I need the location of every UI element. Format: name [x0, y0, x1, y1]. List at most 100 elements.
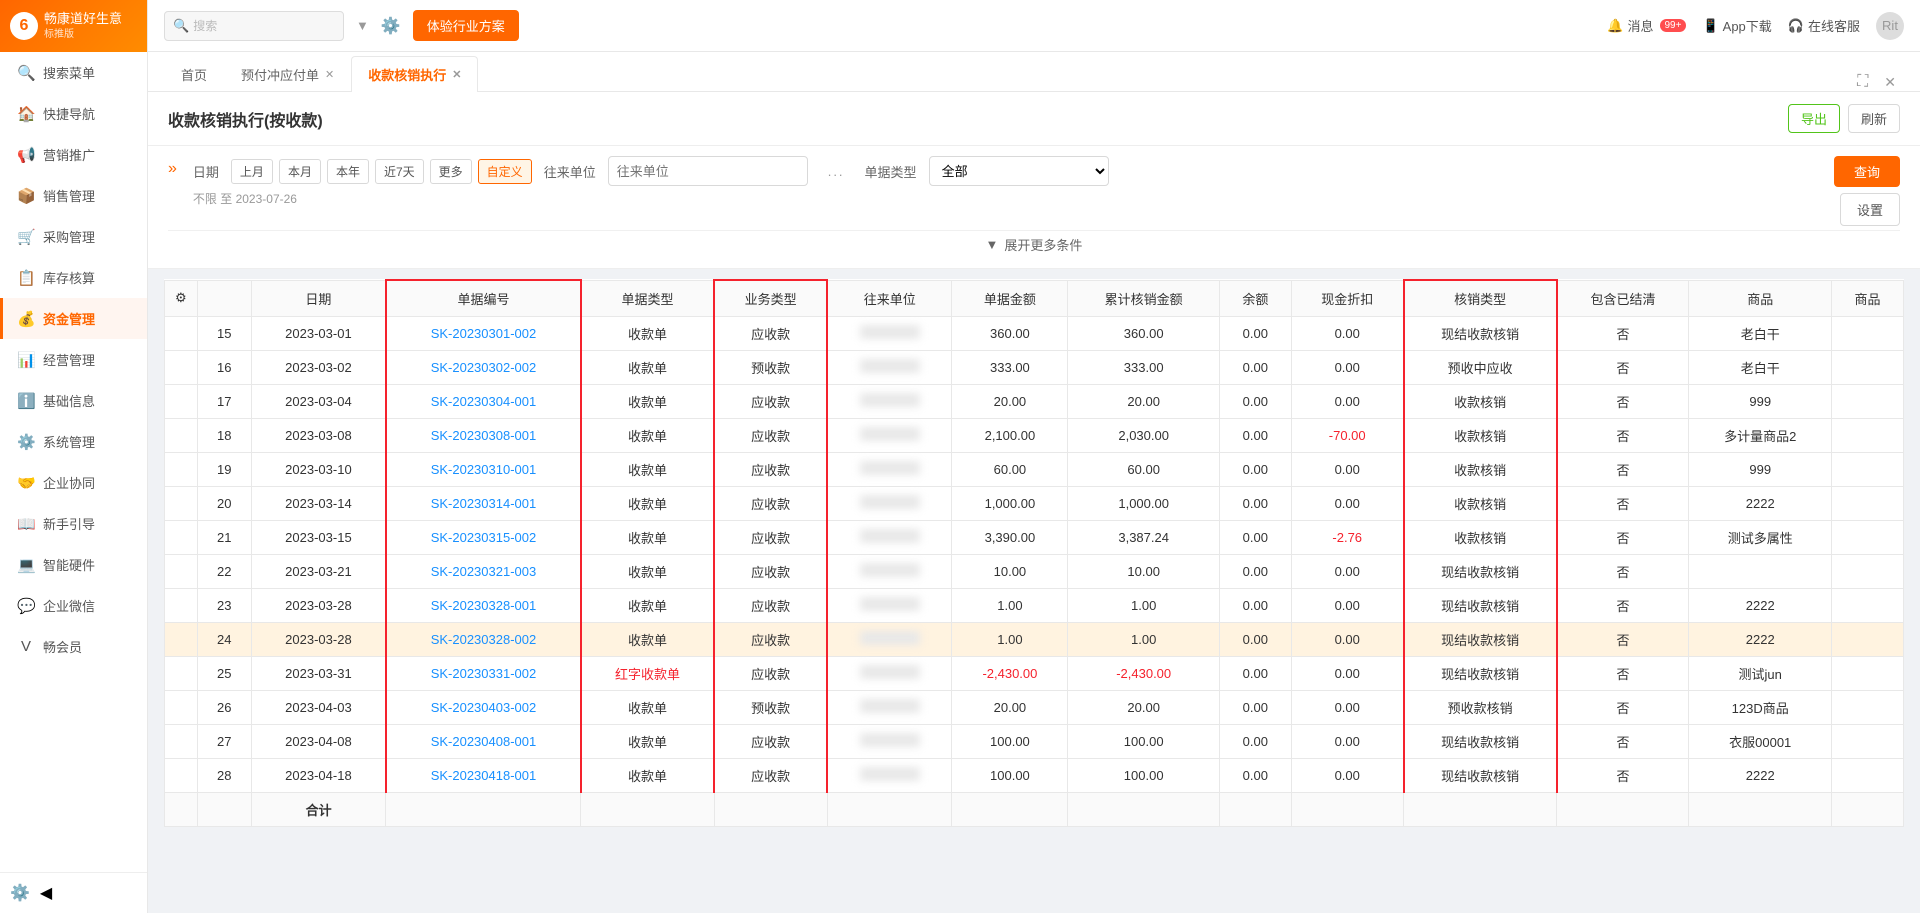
solution-btn[interactable]: 体验行业方案	[413, 10, 519, 41]
doc-no-link[interactable]: SK-20230310-001	[431, 462, 537, 477]
main-area: 🔍 搜索 ▼ ⚙️ 体验行业方案 🔔 消息 99+ 📱 App下载 🎧 在线客服…	[148, 0, 1920, 913]
tab-maximize-icon[interactable]: ⛶	[1849, 73, 1876, 91]
doc-no-link[interactable]: SK-20230328-001	[431, 598, 537, 613]
doc-no-link[interactable]: SK-20230418-001	[431, 768, 537, 783]
doc-no-link[interactable]: SK-20230331-002	[431, 666, 537, 681]
doc-no-link[interactable]: SK-20230328-002	[431, 632, 537, 647]
tab-payable-close[interactable]: ✕	[325, 68, 334, 81]
sidebar-collapse-icon[interactable]: ◀	[40, 883, 52, 903]
topbar-dropdown-arrow[interactable]: ▼	[356, 18, 369, 33]
doc-type-select[interactable]: 全部 收款单 红字收款单	[929, 156, 1109, 186]
sidebar-item-sys-mgmt[interactable]: ⚙️ 系统管理	[0, 421, 147, 462]
sidebar-item-purchase[interactable]: 🛒 采购管理	[0, 216, 147, 257]
date-custom-btn[interactable]: 自定义	[478, 159, 532, 184]
sidebar-item-corp-collab[interactable]: 🤝 企业协同	[0, 462, 147, 503]
export-btn[interactable]: 导出	[1788, 104, 1840, 133]
search-icon: 🔍	[173, 18, 189, 34]
date-last-month-btn[interactable]: 上月	[231, 159, 273, 184]
date-this-year-btn[interactable]: 本年	[327, 159, 369, 184]
online-support-btn[interactable]: 🎧 在线客服	[1788, 16, 1860, 35]
sidebar-footer: ⚙️ ◀	[0, 872, 147, 913]
sidebar: 6 畅康道好生意 标推版 🔍 搜索菜单 🏠 快捷导航 📢 营销推广 📦 销售管理…	[0, 0, 148, 913]
date-7days-btn[interactable]: 近7天	[375, 159, 424, 184]
table-row: 222023-03-21SK-20230321-003收款单应收款10.0010…	[165, 555, 1904, 589]
headphone-icon: 🎧	[1788, 18, 1804, 34]
th-seq	[197, 280, 251, 317]
app-download-btn[interactable]: 📱 App下载	[1702, 16, 1771, 35]
setting-btn[interactable]: 设置	[1840, 193, 1900, 226]
doc-no-link[interactable]: SK-20230308-001	[431, 428, 537, 443]
tab-collect-verify-close[interactable]: ✕	[452, 68, 461, 81]
doc-no-link[interactable]: SK-20230304-001	[431, 394, 537, 409]
table-container: ⚙ 日期 单据编号 单据类型 业务类型 往来单位 单据金额 累计核销金额 余额 …	[148, 269, 1920, 913]
table-row: 262023-04-03SK-20230403-002收款单预收款20.0020…	[165, 691, 1904, 725]
refresh-btn[interactable]: 刷新	[1848, 104, 1900, 133]
brand-text: 畅康道好生意 标推版	[44, 11, 122, 41]
th-date: 日期	[251, 280, 386, 317]
notification-btn[interactable]: 🔔 消息 99+	[1607, 16, 1686, 35]
sidebar-item-finance[interactable]: 💰 资金管理	[0, 298, 147, 339]
filter-partner-label: 往来单位	[544, 162, 596, 181]
tab-home[interactable]: 首页	[164, 56, 224, 92]
topbar: 🔍 搜索 ▼ ⚙️ 体验行业方案 🔔 消息 99+ 📱 App下载 🎧 在线客服…	[148, 0, 1920, 52]
sidebar-item-smart-hw[interactable]: 💻 智能硬件	[0, 544, 147, 585]
sidebar-item-corp-wechat[interactable]: 💬 企业微信	[0, 585, 147, 626]
th-doc-amount: 单据金额	[952, 280, 1068, 317]
partner-input[interactable]	[608, 156, 808, 186]
table-row: 252023-03-31SK-20230331-002红字收款单应收款-2,43…	[165, 657, 1904, 691]
sidebar-item-base-info[interactable]: ℹ️ 基础信息	[0, 380, 147, 421]
search-menu-icon: 🔍	[17, 64, 35, 82]
page-header-actions: 导出 刷新	[1788, 104, 1900, 145]
table-row: 272023-04-08SK-20230408-001收款单应收款100.001…	[165, 725, 1904, 759]
th-gear: ⚙	[165, 280, 198, 317]
filter-expand-btn[interactable]: »	[168, 156, 177, 178]
filter-date-buttons: 上月 本月 本年 近7天 更多 自定义	[231, 159, 532, 184]
sidebar-item-inventory[interactable]: 📋 库存核算	[0, 257, 147, 298]
doc-no-link[interactable]: SK-20230314-001	[431, 496, 537, 511]
table-row: 202023-03-14SK-20230314-001收款单应收款1,000.0…	[165, 487, 1904, 521]
sidebar-item-marketing[interactable]: 📢 营销推广	[0, 134, 147, 175]
doc-no-link[interactable]: SK-20230403-002	[431, 700, 537, 715]
sidebar-item-operations[interactable]: 📊 经营管理	[0, 339, 147, 380]
th-verify-type: 核销类型	[1404, 280, 1557, 317]
tab-bar: 首页 预付冲应付单 ✕ 收款核销执行 ✕ ⛶ ✕	[148, 52, 1920, 92]
purchase-icon: 🛒	[17, 228, 35, 246]
th-doc-type: 单据类型	[581, 280, 714, 317]
filter-more-conditions-dots[interactable]: ...	[820, 164, 853, 179]
sidebar-item-vip[interactable]: V 畅会员	[0, 626, 147, 667]
topbar-search[interactable]: 🔍 搜索	[164, 11, 344, 41]
home-icon: 🏠	[17, 105, 35, 123]
doc-no-link[interactable]: SK-20230302-002	[431, 360, 537, 375]
operations-icon: 📊	[17, 351, 35, 369]
th-cash-discount: 现金折扣	[1291, 280, 1403, 317]
page-header: 收款核销执行(按收款) 导出 刷新	[148, 92, 1920, 146]
expand-more-btn[interactable]: ▼ 展开更多条件	[168, 230, 1900, 258]
sidebar-item-quick-nav[interactable]: 🏠 快捷导航	[0, 93, 147, 134]
user-avatar[interactable]: Rit	[1876, 12, 1904, 40]
sidebar-settings-icon[interactable]: ⚙️	[10, 883, 30, 903]
doc-no-link[interactable]: SK-20230321-003	[431, 564, 537, 579]
doc-no-link[interactable]: SK-20230301-002	[431, 326, 537, 341]
tab-collect-verify[interactable]: 收款核销执行 ✕	[351, 56, 478, 92]
doc-no-link[interactable]: SK-20230408-001	[431, 734, 537, 749]
sidebar-item-sales[interactable]: 📦 销售管理	[0, 175, 147, 216]
doc-no-link[interactable]: SK-20230315-002	[431, 530, 537, 545]
topbar-gear-icon[interactable]: ⚙️	[381, 16, 401, 36]
info-icon: ℹ️	[17, 392, 35, 410]
tab-payable[interactable]: 预付冲应付单 ✕	[224, 56, 351, 92]
sidebar-nav: 🔍 搜索菜单 🏠 快捷导航 📢 营销推广 📦 销售管理 🛒 采购管理 📋 库存核…	[0, 52, 147, 872]
table-row: 242023-03-28SK-20230328-002收款单应收款1.001.0…	[165, 623, 1904, 657]
sidebar-item-beginner[interactable]: 📖 新手引导	[0, 503, 147, 544]
th-cumulative: 累计核销金额	[1068, 280, 1219, 317]
tab-close-all-icon[interactable]: ✕	[1876, 74, 1904, 91]
table-row: 172023-03-04SK-20230304-001收款单应收款20.0020…	[165, 385, 1904, 419]
th-goods1: 商品	[1689, 280, 1832, 317]
date-more-btn[interactable]: 更多	[430, 159, 472, 184]
th-partner: 往来单位	[827, 280, 952, 317]
brand-icon: 6	[10, 12, 38, 40]
collab-icon: 🤝	[17, 474, 35, 492]
query-btn[interactable]: 查询	[1834, 156, 1900, 187]
sidebar-item-search-menu[interactable]: 🔍 搜索菜单	[0, 52, 147, 93]
date-this-month-btn[interactable]: 本月	[279, 159, 321, 184]
th-doc-no: 单据编号	[386, 280, 581, 317]
